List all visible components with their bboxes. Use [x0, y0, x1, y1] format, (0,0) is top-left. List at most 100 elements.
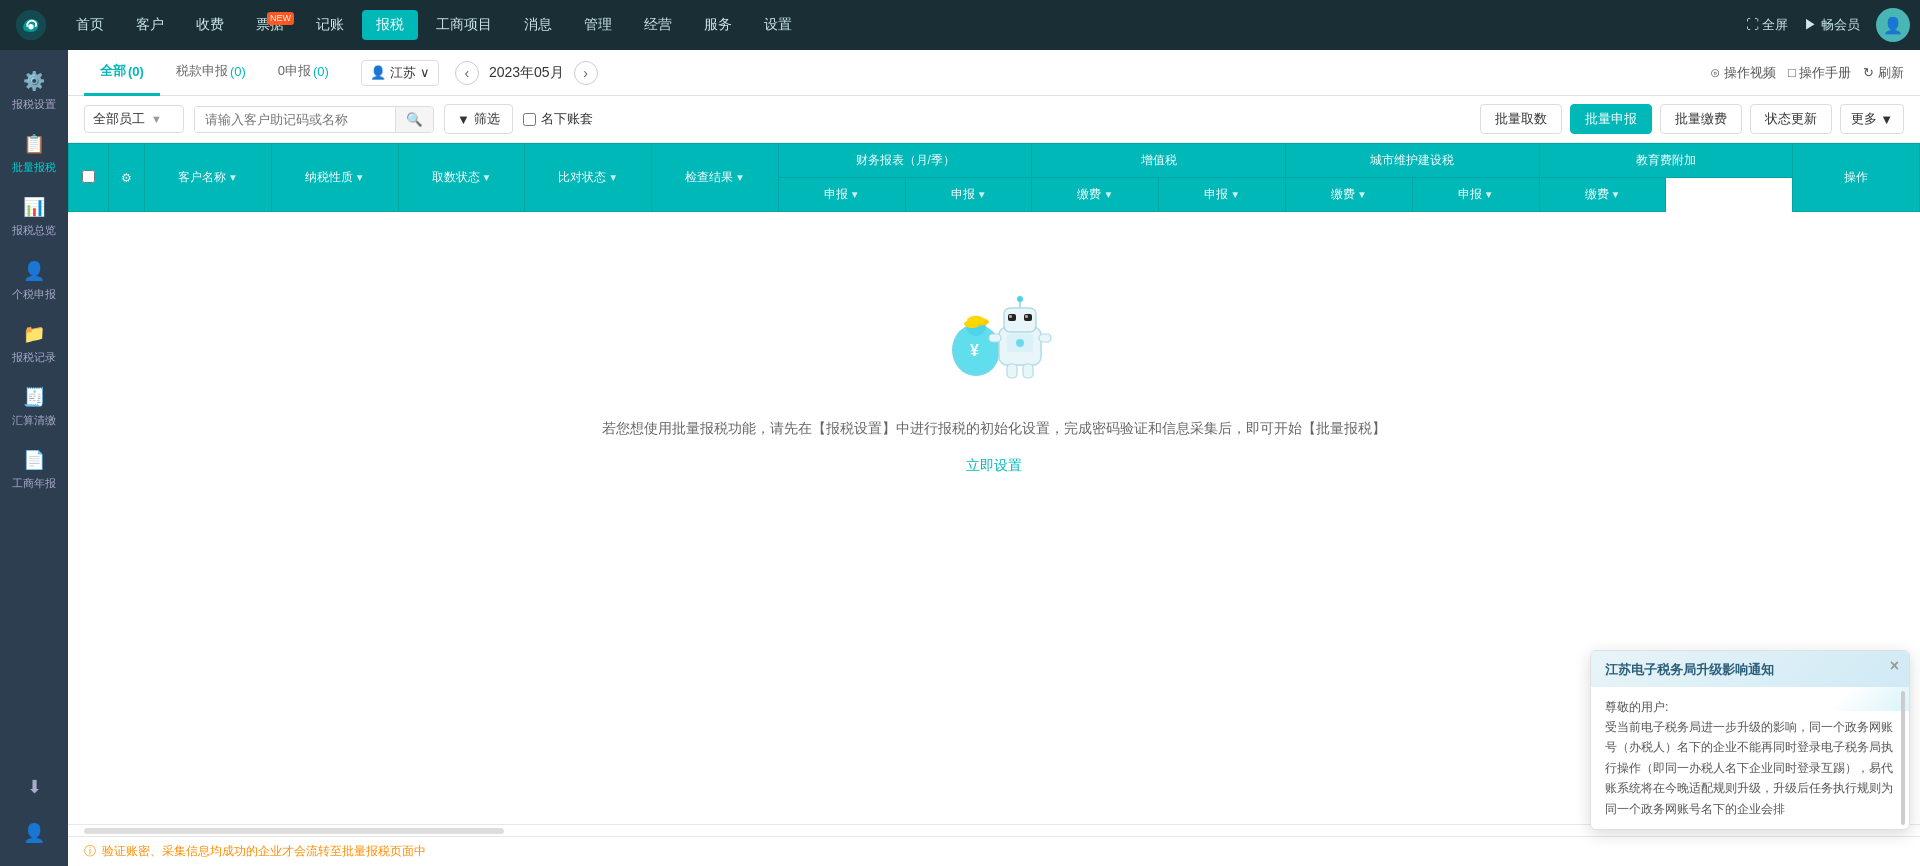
th-edu-pay: 缴费▼	[1539, 178, 1666, 212]
empty-message: 若您想使用批量报税功能，请先在【报税设置】中进行报税的初始化设置，完成密码验证和…	[602, 416, 1386, 441]
current-month: 2023年05月	[489, 64, 564, 82]
operation-video-btn[interactable]: ⊙ 操作视频	[1710, 64, 1776, 82]
data-table: ⚙ 客户名称▼ 纳税性质▼ 取数状态▼ 比对状态▼	[68, 143, 1920, 535]
sidebar-item-annual-report[interactable]: 📄 工商年报	[0, 437, 68, 500]
th-vat-declare: 申报▼	[905, 178, 1032, 212]
vip-btn[interactable]: ▶ 畅会员	[1804, 16, 1860, 34]
operation-manual-btn[interactable]: □ 操作手册	[1788, 64, 1851, 82]
th-client-name: 客户名称▼	[145, 144, 272, 212]
setup-link[interactable]: 立即设置	[966, 457, 1022, 475]
top-right-actions: ⛶ 全屏 ▶ 畅会员 👤	[1746, 8, 1910, 42]
nav-manage[interactable]: 管理	[570, 10, 626, 40]
sidebar-label-tax-records: 报税记录	[12, 351, 56, 364]
settlement-icon: 🧾	[21, 384, 47, 410]
tabs-bar: 全部(0) 税款申报(0) 0申报(0) 👤 江苏 ∨ ‹ 2023年05月 ›	[68, 50, 1920, 96]
svg-point-24	[1016, 339, 1024, 347]
prev-month-btn[interactable]: ‹	[455, 61, 479, 85]
th-compare-status: 比对状态▼	[525, 144, 652, 212]
search-input[interactable]	[195, 107, 395, 132]
nav-menu: 首页 客户 收费 票据 NEW 记账 报税 工商项目 消息 管理 经营 服务 设…	[62, 10, 1746, 40]
sidebar-item-batch-tax[interactable]: 📋 批量报税	[0, 121, 68, 184]
employee-select[interactable]: 全部员工 ▼	[84, 105, 184, 133]
notification-scrollbar[interactable]	[1901, 691, 1905, 825]
tax-overview-icon: 📊	[21, 194, 47, 220]
th-gear[interactable]: ⚙	[109, 144, 145, 212]
accounts-checkbox[interactable]	[523, 113, 536, 126]
region-label: 江苏	[390, 64, 416, 82]
status-update-btn[interactable]: 状态更新	[1750, 104, 1832, 134]
svg-rect-22	[1023, 364, 1033, 378]
nav-operation[interactable]: 经营	[630, 10, 686, 40]
tab-zero-declare[interactable]: 0申报(0)	[262, 50, 345, 96]
svg-rect-19	[989, 334, 1001, 342]
batch-declare-btn[interactable]: 批量申报	[1570, 104, 1652, 134]
sidebar-item-personal-tax[interactable]: 👤 个税申报	[0, 248, 68, 311]
region-selector[interactable]: 👤 江苏 ∨	[361, 60, 439, 86]
fullscreen-btn[interactable]: ⛶ 全屏	[1746, 16, 1789, 34]
personal-tax-icon: 👤	[21, 258, 47, 284]
more-chevron-icon: ▼	[1880, 112, 1893, 127]
sidebar-item-tax-settings[interactable]: ⚙️ 报税设置	[0, 58, 68, 121]
svg-rect-20	[1039, 334, 1051, 342]
profile-icon: 👤	[21, 820, 47, 846]
nav-message[interactable]: 消息	[510, 10, 566, 40]
sidebar-label-annual-report: 工商年报	[12, 477, 56, 490]
scroll-thumb	[84, 828, 504, 834]
sidebar: ⚙️ 报税设置 📋 批量报税 📊 报税总览 👤 个税申报 📁 报税记录 🧾 汇算…	[0, 50, 68, 866]
th-operation: 操作	[1793, 144, 1920, 212]
nav-home[interactable]: 首页	[62, 10, 118, 40]
more-btn[interactable]: 更多 ▼	[1840, 104, 1904, 134]
notification-close-btn[interactable]: ×	[1890, 657, 1899, 675]
nav-billing[interactable]: 收费	[182, 10, 238, 40]
nav-tax[interactable]: 报税	[362, 10, 418, 40]
nav-accounting[interactable]: 记账	[302, 10, 358, 40]
next-month-btn[interactable]: ›	[574, 61, 598, 85]
nav-settings[interactable]: 设置	[750, 10, 806, 40]
svg-text:¥: ¥	[970, 342, 979, 359]
th-edu-declare: 申报▼	[1412, 178, 1539, 212]
select-all-checkbox[interactable]	[82, 170, 95, 183]
tax-records-icon: 📁	[21, 321, 47, 347]
robot-illustration: ¥	[924, 272, 1064, 392]
search-button[interactable]: 🔍	[395, 107, 433, 132]
notification-title: 江苏电子税务局升级影响通知	[1605, 662, 1774, 677]
th-vat-pay: 缴费▼	[1032, 178, 1159, 212]
region-icon: 👤	[370, 65, 386, 80]
sidebar-item-tax-records[interactable]: 📁 报税记录	[0, 311, 68, 374]
th-city-pay: 缴费▼	[1286, 178, 1413, 212]
warning-text: 验证账密、采集信息均成功的企业才会流转至批量报税页面中	[102, 843, 426, 860]
tab-all[interactable]: 全部(0)	[84, 50, 160, 96]
sidebar-item-download[interactable]: ⬇	[0, 764, 68, 810]
app-logo[interactable]	[10, 4, 52, 46]
batch-pay-btn[interactable]: 批量缴费	[1660, 104, 1742, 134]
nav-service[interactable]: 服务	[690, 10, 746, 40]
sidebar-label-tax-overview: 报税总览	[12, 224, 56, 237]
sidebar-bottom: ⬇ 👤	[0, 764, 68, 866]
sidebar-label-batch-tax: 批量报税	[12, 161, 56, 174]
accounts-checkbox-label[interactable]: 名下账套	[523, 110, 593, 128]
nav-business[interactable]: 工商项目	[422, 10, 506, 40]
sidebar-item-profile[interactable]: 👤	[0, 810, 68, 856]
filter-button[interactable]: ▼ 筛选	[444, 104, 513, 134]
refresh-btn[interactable]: ↻ 刷新	[1863, 64, 1904, 82]
sidebar-item-tax-overview[interactable]: 📊 报税总览	[0, 184, 68, 247]
sidebar-label-tax-settings: 报税设置	[12, 98, 56, 111]
batch-tax-icon: 📋	[21, 131, 47, 157]
user-avatar[interactable]: 👤	[1876, 8, 1910, 42]
notification-popup: 江苏电子税务局升级影响通知 × 尊敬的用户: 受当前电子税务局进一步升级的影响，…	[1590, 650, 1910, 830]
svg-rect-15	[1009, 315, 1012, 318]
more-label: 更多	[1851, 110, 1877, 128]
th-financial-report: 财务报表（月/季）	[778, 144, 1032, 178]
nav-invoice[interactable]: 票据 NEW	[242, 10, 298, 40]
th-check-result: 检查结果▼	[652, 144, 779, 212]
batch-fetch-btn[interactable]: 批量取数	[1480, 104, 1562, 134]
chevron-down-icon: ∨	[420, 65, 430, 80]
nav-client[interactable]: 客户	[122, 10, 178, 40]
bottom-bar: ⓘ 验证账密、采集信息均成功的企业才会流转至批量报税页面中	[68, 836, 1920, 866]
new-badge: NEW	[267, 12, 294, 25]
th-checkbox[interactable]	[69, 144, 109, 212]
toolbar: 全部员工 ▼ 🔍 ▼ 筛选 名下账套 批量取数 批量申报 批量缴费 状态更新	[68, 96, 1920, 143]
tab-tax-declare[interactable]: 税款申报(0)	[160, 50, 262, 96]
th-tax-nature: 纳税性质▼	[271, 144, 398, 212]
sidebar-item-settlement[interactable]: 🧾 汇算清缴	[0, 374, 68, 437]
